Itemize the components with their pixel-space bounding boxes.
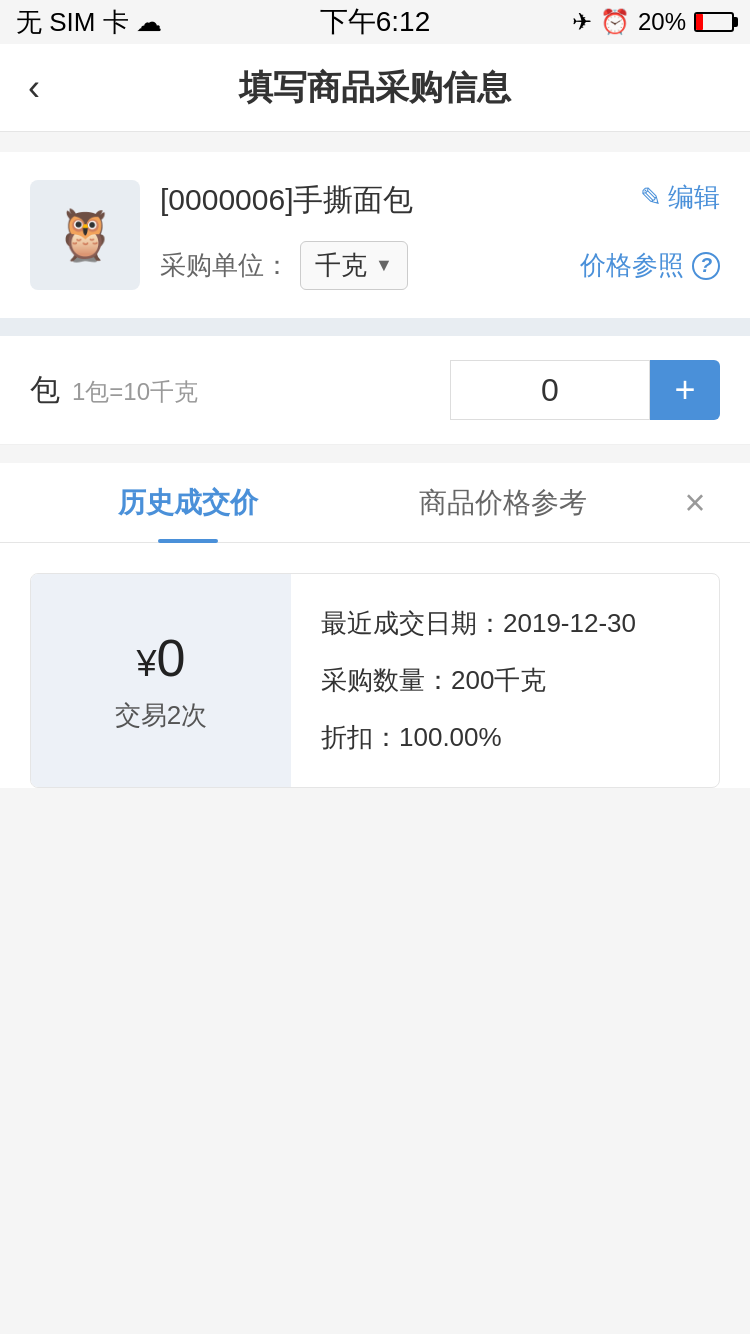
price-ref-button[interactable]: 价格参照 ? (580, 248, 720, 283)
edit-label: 编辑 (668, 180, 720, 215)
recent-date-row: 最近成交日期：2019-12-30 (321, 604, 689, 643)
recent-date-label: 最近成交日期： (321, 608, 503, 638)
history-detail-right: 最近成交日期：2019-12-30 采购数量：200千克 折扣：100.00% (291, 574, 719, 787)
status-right-group: ✈ ⏰ 20% (572, 8, 734, 36)
product-card: 🦉 [0000006]手撕面包 ✎ 编辑 采购单位： 千克 ▼ 价格参照 ? (0, 152, 750, 318)
product-unit-row: 采购单位： 千克 ▼ 价格参照 ? (160, 241, 720, 290)
unit-value: 千克 (315, 248, 367, 283)
section-divider (0, 318, 750, 336)
quantity-conversion: 1包=10千克 (72, 376, 198, 408)
quantity-plus-button[interactable]: + (650, 360, 720, 420)
unit-label: 采购单位： (160, 248, 290, 283)
product-info: [0000006]手撕面包 ✎ 编辑 采购单位： 千克 ▼ 价格参照 ? (160, 180, 720, 290)
battery-percent: 20% (638, 8, 686, 36)
product-header: [0000006]手撕面包 ✎ 编辑 (160, 180, 720, 221)
quantity-input[interactable]: 0 (450, 360, 650, 420)
price-ref-label: 价格参照 (580, 248, 684, 283)
currency-symbol: ¥ (137, 643, 157, 684)
main-content-area (0, 818, 750, 1334)
product-thumbnail-icon: 🦉 (54, 206, 116, 264)
price-display: ¥0 (137, 628, 186, 688)
page-title: 填写商品采购信息 (239, 65, 511, 111)
discount-label: 折扣： (321, 722, 399, 752)
price-number: 0 (157, 629, 186, 687)
quantity-row: 包 1包=10千克 0 + (0, 336, 750, 445)
quantity-label: 包 1包=10千克 (30, 370, 198, 411)
product-image: 🦉 (30, 180, 140, 290)
product-name: [0000006]手撕面包 (160, 180, 620, 221)
battery-icon (694, 12, 734, 32)
history-price-card: ¥0 交易2次 最近成交日期：2019-12-30 采购数量：200千克 折扣：… (30, 573, 720, 788)
status-bar: 无 SIM 卡 ☁ 下午6:12 ✈ ⏰ 20% (0, 0, 750, 44)
location-icon: ✈ (572, 8, 592, 36)
tab-underline (158, 539, 218, 543)
quantity-unit: 包 (30, 370, 60, 411)
unit-select[interactable]: 千克 ▼ (300, 241, 408, 290)
history-price-left: ¥0 交易2次 (31, 574, 291, 787)
status-network: 无 SIM 卡 ☁ (16, 5, 162, 40)
edit-button[interactable]: ✎ 编辑 (640, 180, 720, 215)
tab-history-label: 历史成交价 (118, 484, 258, 522)
chevron-down-icon: ▼ (375, 255, 393, 276)
purchase-qty-row: 采购数量：200千克 (321, 661, 689, 700)
purchase-qty-value: 200千克 (451, 665, 546, 695)
trade-count: 交易2次 (115, 698, 207, 733)
info-icon: ? (692, 252, 720, 280)
tabs-header: 历史成交价 商品价格参考 × (0, 463, 750, 543)
edit-icon: ✎ (640, 182, 662, 213)
discount-value: 100.00% (399, 722, 502, 752)
tab-price-ref-label: 商品价格参考 (419, 484, 587, 522)
alarm-icon: ⏰ (600, 8, 630, 36)
tab-close-button[interactable]: × (670, 478, 720, 528)
discount-row: 折扣：100.00% (321, 718, 689, 757)
back-button[interactable]: ‹ (28, 67, 40, 109)
quantity-control: 0 + (450, 360, 720, 420)
status-time: 下午6:12 (320, 3, 431, 41)
nav-bar: ‹ 填写商品采购信息 (0, 44, 750, 132)
tabs-section: 历史成交价 商品价格参考 × ¥0 交易2次 最近成交日期：2019-12-30… (0, 463, 750, 788)
recent-date-value: 2019-12-30 (503, 608, 636, 638)
tab-product-price-ref[interactable]: 商品价格参考 (345, 463, 660, 543)
tab-history-price[interactable]: 历史成交价 (30, 463, 345, 543)
purchase-qty-label: 采购数量： (321, 665, 451, 695)
